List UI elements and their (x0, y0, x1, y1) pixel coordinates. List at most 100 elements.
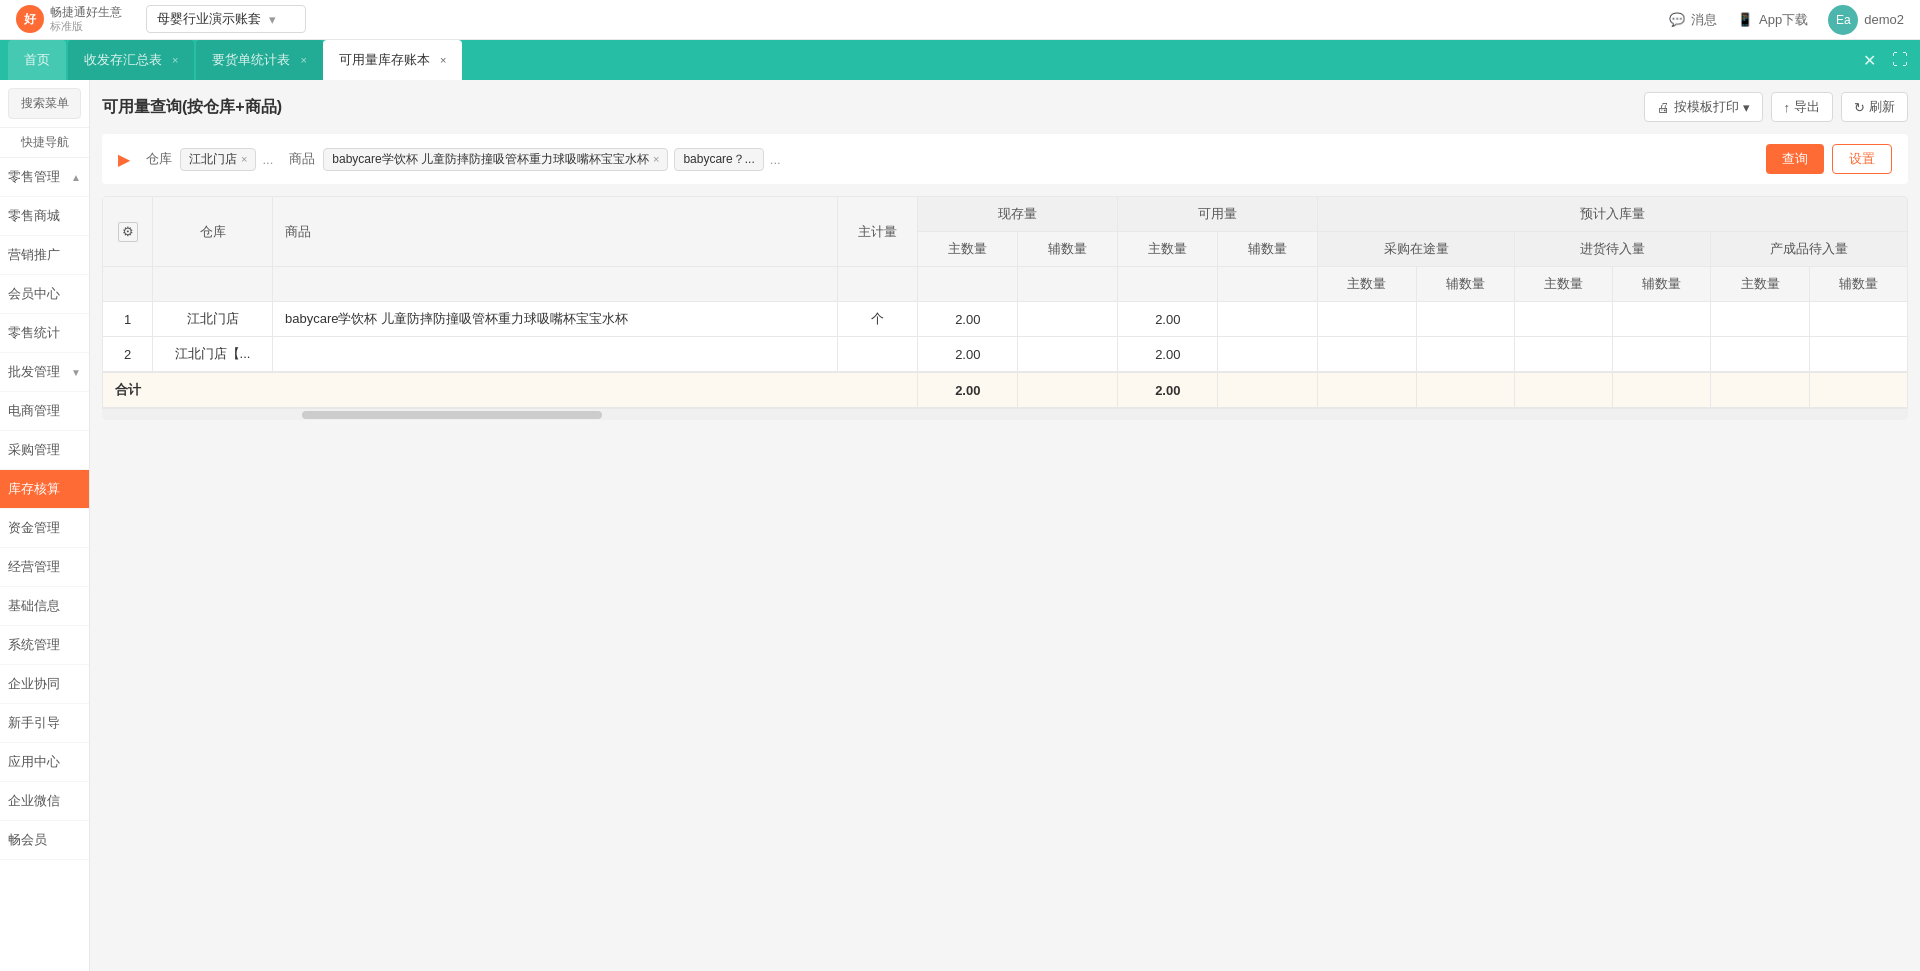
sidebar-item-system[interactable]: 系统管理 (0, 626, 89, 665)
username: demo2 (1864, 12, 1904, 27)
sidebar-item-operations-label: 经营管理 (8, 558, 60, 576)
close-tab-order-stats[interactable]: × (300, 54, 306, 66)
tab-order-stats[interactable]: 要货单统计表 × (196, 40, 322, 80)
enterprise-selector[interactable]: 母婴行业演示账套 ▾ (146, 5, 306, 33)
sidebar-item-operations[interactable]: 经营管理 (0, 548, 89, 587)
cell-warehouse: 江北门店【... (153, 337, 273, 373)
top-bar-left: 好 畅捷通好生意 标准版 母婴行业演示账套 ▾ (16, 5, 306, 34)
refresh-icon: ↻ (1854, 100, 1865, 115)
cell-incoming-sub (1613, 302, 1711, 337)
cell-product: babycare学饮杯 儿童防摔防撞吸管杯重力球吸嘴杯宝宝水杯 (273, 302, 838, 337)
remove-product-tag-1[interactable]: × (653, 153, 659, 165)
bottom-scrollbar[interactable] (102, 408, 1908, 420)
sidebar-item-retail-stats[interactable]: 零售统计 (0, 314, 89, 353)
page-actions: 🖨 按模板打印 ▾ ↑ 导出 ↻ 刷新 (1644, 92, 1909, 122)
sidebar-item-newbie[interactable]: 新手引导 (0, 704, 89, 743)
cell-unit (838, 337, 918, 373)
th-avail-main: 主数量 (1118, 232, 1218, 267)
query-btn[interactable]: 查询 (1766, 144, 1824, 174)
print-label: 按模板打印 (1674, 98, 1739, 116)
tab-available-stock[interactable]: 可用量库存账本 × (323, 40, 462, 80)
product-filter-label: 商品 (289, 150, 315, 168)
cell-stock-main: 2.00 (918, 302, 1018, 337)
warehouse-tag: 江北门店 × (180, 148, 256, 171)
sidebar-item-member[interactable]: 会员中心 (0, 275, 89, 314)
user-area[interactable]: Ea demo2 (1828, 5, 1904, 35)
sidebar-item-wechat[interactable]: 企业微信 (0, 782, 89, 821)
sidebar-item-retail-mall[interactable]: 零售商城 (0, 197, 89, 236)
sidebar-item-purchase[interactable]: 采购管理 (0, 431, 89, 470)
message-label: 消息 (1691, 11, 1717, 29)
app-download-label: App下载 (1759, 11, 1808, 29)
printer-icon: 🖨 (1657, 100, 1670, 115)
sidebar-item-ecommerce[interactable]: 电商管理 (0, 392, 89, 431)
tab-receipts-label: 收发存汇总表 (84, 51, 162, 69)
warehouse-more-icon[interactable]: ... (262, 152, 273, 167)
sidebar-item-retail-stats-label: 零售统计 (8, 324, 60, 342)
table-settings-icon[interactable]: ⚙ (118, 222, 138, 242)
th-product: 商品 (273, 197, 838, 267)
sidebar-item-enterprise[interactable]: 企业协同 (0, 665, 89, 704)
table-body: 1 江北门店 babycare学饮杯 儿童防摔防撞吸管杯重力球吸嘴杯宝宝水杯 个… (103, 302, 1908, 373)
sidebar-item-inventory-label: 库存核算 (8, 480, 60, 498)
print-template-btn[interactable]: 🖨 按模板打印 ▾ (1644, 92, 1763, 122)
th-stock-group: 现存量 (918, 197, 1118, 232)
th-empty6 (1018, 267, 1118, 302)
total-stock-sub (1018, 372, 1118, 408)
remove-warehouse-tag[interactable]: × (241, 153, 247, 165)
th-avail-sub: 辅数量 (1218, 232, 1318, 267)
cell-stock-sub (1018, 337, 1118, 373)
sidebar-item-wechat-label: 企业微信 (8, 792, 60, 810)
cell-purchase-main (1318, 337, 1416, 373)
cell-incoming-main (1514, 337, 1612, 373)
sidebar-item-marketing[interactable]: 营销推广 (0, 236, 89, 275)
th-avail-group: 可用量 (1118, 197, 1318, 232)
search-menu-btn[interactable]: 搜索菜单 (8, 88, 81, 119)
th-unit: 主计量 (838, 197, 918, 267)
sidebar-item-member-label: 会员中心 (8, 285, 60, 303)
chevron-down-icon: ▾ (269, 12, 276, 27)
close-tab-receipts[interactable]: × (172, 54, 178, 66)
nav-tabs-right: ✕ ⛶ (1859, 40, 1912, 80)
sidebar-item-retail-mgmt[interactable]: 零售管理 ▲ (0, 158, 89, 197)
th-empty1 (103, 267, 153, 302)
total-production-main (1711, 372, 1809, 408)
total-avail-main: 2.00 (1118, 372, 1218, 408)
app-icon: 📱 (1737, 12, 1753, 27)
logo-text: 畅捷通好生意 (50, 5, 122, 19)
nav-tabs: 首页 收发存汇总表 × 要货单统计表 × 可用量库存账本 × ✕ ⛶ (0, 40, 1920, 80)
export-btn[interactable]: ↑ 导出 (1771, 92, 1834, 122)
sidebar-item-member2[interactable]: 畅会员 (0, 821, 89, 860)
tab-home[interactable]: 首页 (8, 40, 66, 80)
sidebar-item-basic-info[interactable]: 基础信息 (0, 587, 89, 626)
quick-nav-btn[interactable]: 快捷导航 (0, 128, 89, 158)
product-tag-2-text: babycare？... (683, 151, 754, 168)
data-table: ⚙ 仓库 商品 主计量 现存量 可用量 预计入库量 主数量 辅数量 (102, 196, 1908, 408)
product-filter-group: 商品 babycare学饮杯 儿童防摔防撞吸管杯重力球吸嘴杯宝宝水杯 × bab… (289, 148, 780, 171)
sidebar-item-wholesale[interactable]: 批发管理 ▼ (0, 353, 89, 392)
sidebar-item-app-center[interactable]: 应用中心 (0, 743, 89, 782)
cell-incoming-main (1514, 302, 1612, 337)
logo-subtext: 标准版 (50, 19, 122, 34)
settings-btn[interactable]: 设置 (1832, 144, 1892, 174)
expand-icon[interactable]: ⛶ (1888, 47, 1912, 73)
total-production-sub (1809, 372, 1907, 408)
tab-receipts[interactable]: 收发存汇总表 × (68, 40, 194, 80)
product-tags: babycare学饮杯 儿童防摔防撞吸管杯重力球吸嘴杯宝宝水杯 × babyca… (323, 148, 780, 171)
message-btn[interactable]: 💬 消息 (1669, 11, 1717, 29)
cell-incoming-sub (1613, 337, 1711, 373)
close-all-tabs-icon[interactable]: ✕ (1859, 47, 1880, 74)
refresh-btn[interactable]: ↻ 刷新 (1841, 92, 1908, 122)
close-tab-available-stock[interactable]: × (440, 54, 446, 66)
filter-actions: 查询 设置 (1766, 144, 1892, 174)
filter-toggle-btn[interactable]: ▶ (118, 150, 130, 169)
app-download-btn[interactable]: 📱 App下载 (1737, 11, 1808, 29)
scroll-thumb[interactable] (302, 411, 602, 419)
th-production-main: 主数量 (1711, 267, 1809, 302)
sidebar-item-finance[interactable]: 资金管理 (0, 509, 89, 548)
sidebar-search: 搜索菜单 (0, 80, 89, 128)
product-more-icon[interactable]: ... (770, 152, 781, 167)
sidebar-item-basic-info-label: 基础信息 (8, 597, 60, 615)
warehouse-filter-label: 仓库 (146, 150, 172, 168)
sidebar-item-inventory[interactable]: 库存核算 (0, 470, 89, 509)
